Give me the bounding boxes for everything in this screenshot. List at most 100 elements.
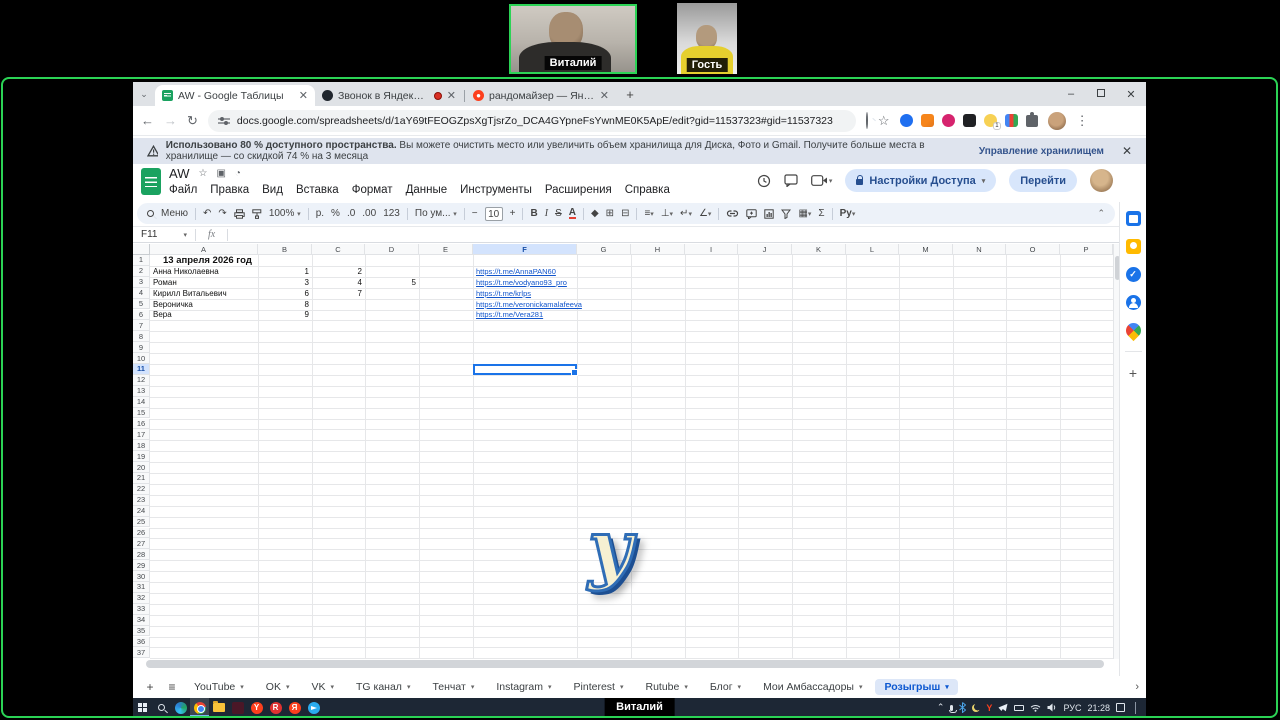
increase-font-size-button[interactable]: + <box>510 208 516 219</box>
sheet-tab-ok[interactable]: OK ▾ <box>257 679 299 695</box>
row-header-15[interactable]: 15 <box>133 407 150 419</box>
insert-chart-icon[interactable] <box>764 208 775 219</box>
browser-tab-telemost[interactable]: Звонок в Яндекс Телемост ✕ <box>315 85 463 106</box>
extensions-puzzle-icon[interactable] <box>1025 111 1038 127</box>
grid-corner-box[interactable] <box>133 244 150 255</box>
participant-video-guest[interactable]: Гость <box>677 3 737 74</box>
currency-format-button[interactable]: р. <box>316 208 324 219</box>
italic-button[interactable]: I <box>545 208 548 219</box>
menu-format[interactable]: Формат <box>352 184 393 196</box>
row-header-18[interactable]: 18 <box>133 440 150 452</box>
grid-cell-F6[interactable]: https://t.me/Vera281 <box>473 310 577 321</box>
row-header-19[interactable]: 19 <box>133 451 150 463</box>
row-header-13[interactable]: 13 <box>133 385 150 397</box>
column-header-K[interactable]: K <box>792 244 846 255</box>
grid-cell-F4[interactable]: https://t.me/krlps <box>473 288 577 299</box>
paint-format-icon[interactable] <box>252 208 262 219</box>
star-icon[interactable]: ☆ <box>198 168 207 179</box>
input-language-button[interactable]: Ру▾ <box>840 208 856 219</box>
volume-icon[interactable] <box>1047 703 1057 712</box>
bold-button[interactable]: B <box>530 208 537 219</box>
row-header-4[interactable]: 4 <box>133 287 150 299</box>
close-window-button[interactable]: ✕ <box>1116 88 1146 101</box>
menu-tools[interactable]: Инструменты <box>460 184 532 196</box>
column-header-A[interactable]: A <box>150 244 258 255</box>
browser-profile-avatar[interactable] <box>1047 111 1066 130</box>
column-header-M[interactable]: M <box>899 244 953 255</box>
extension-icon-yellow[interactable]: 1 <box>983 114 1001 130</box>
row-header-23[interactable]: 23 <box>133 494 150 506</box>
language-indicator[interactable]: РУС <box>1063 703 1081 713</box>
column-header-N[interactable]: N <box>953 244 1006 255</box>
sheet-tab-vk[interactable]: VK ▾ <box>302 679 343 695</box>
column-header-F[interactable]: F <box>473 244 577 255</box>
sheets-profile-avatar[interactable] <box>1090 169 1113 192</box>
sheet-tab-блог[interactable]: Блог ▾ <box>701 679 750 695</box>
row-header-8[interactable]: 8 <box>133 331 150 343</box>
yandex-app-icon[interactable]: Я <box>285 698 304 717</box>
browser-tab-sheets[interactable]: AW - Google Таблицы ✕ <box>155 85 315 106</box>
file-explorer-icon[interactable] <box>209 698 228 717</box>
text-color-button[interactable]: A <box>568 208 576 219</box>
all-sheets-icon[interactable]: ≡ <box>163 680 181 694</box>
table-icon[interactable]: ▦▾ <box>798 208 811 219</box>
menu-help[interactable]: Справка <box>625 184 670 196</box>
text-rotation-icon[interactable]: ∠▾ <box>699 208 711 219</box>
row-header-34[interactable]: 34 <box>133 614 150 626</box>
url-text[interactable]: docs.google.com/spreadsheets/d/1aY69tFEO… <box>237 115 833 127</box>
column-header-J[interactable]: J <box>738 244 792 255</box>
sheet-tab-tg-канал[interactable]: TG канал ▾ <box>347 679 419 695</box>
row-header-22[interactable]: 22 <box>133 483 150 495</box>
column-header-I[interactable]: I <box>685 244 738 255</box>
extension-icon-columns[interactable] <box>1004 114 1018 127</box>
comments-icon[interactable] <box>784 174 798 187</box>
column-header-E[interactable]: E <box>419 244 473 255</box>
sheet-tab-pinterest[interactable]: Pinterest ▾ <box>565 679 633 695</box>
merge-cells-icon[interactable]: ⊟ <box>621 208 629 219</box>
menu-file[interactable]: Файл <box>169 184 197 196</box>
row-header-11[interactable]: 11 <box>133 364 150 375</box>
sheet-tab-menu-icon[interactable]: ▾ <box>620 683 624 691</box>
row-header-27[interactable]: 27 <box>133 538 150 550</box>
grid-cell-B6[interactable]: 9 <box>258 310 312 321</box>
cell-name-box[interactable]: F11 ▾ <box>133 229 195 240</box>
browser-tab-randomizer[interactable]: ● рандомайзер — Яндекс: наш ✕ <box>466 85 616 106</box>
grid-cell-F5[interactable]: https://t.me/veronickamalafeeva <box>473 299 582 310</box>
show-desktop-button[interactable] <box>1135 701 1140 714</box>
start-button[interactable] <box>133 698 152 717</box>
notification-center-icon[interactable] <box>1116 703 1125 712</box>
text-wrap-icon[interactable]: ↵▾ <box>680 208 692 219</box>
menu-data[interactable]: Данные <box>406 184 448 196</box>
decrease-font-size-button[interactable]: − <box>472 208 478 219</box>
collapse-toolbar-icon[interactable]: ⌃ <box>1097 208 1105 219</box>
clock[interactable]: 21:28 <box>1087 703 1110 713</box>
back-icon[interactable]: ← <box>141 113 154 128</box>
extension-icon-blue[interactable] <box>899 114 913 127</box>
percent-format-button[interactable]: % <box>331 208 340 219</box>
row-header-9[interactable]: 9 <box>133 342 150 354</box>
sheet-tab-instagram[interactable]: Instagram ▾ <box>487 679 560 695</box>
grid-cell-F3[interactable]: https://t.me/vodyano93_pro <box>473 277 577 288</box>
telegram-tray-icon[interactable] <box>998 703 1008 712</box>
taskbar-app-red-icon[interactable]: R <box>266 698 285 717</box>
go-button[interactable]: Перейти <box>1009 169 1077 192</box>
row-header-17[interactable]: 17 <box>133 429 150 441</box>
redo-icon[interactable]: ↷ <box>218 208 226 219</box>
zoom-search-icon[interactable] <box>865 112 868 129</box>
add-sheet-button[interactable]: + <box>141 680 159 694</box>
forward-icon[interactable]: → <box>164 113 177 128</box>
column-header-L[interactable]: L <box>846 244 899 255</box>
decrease-decimals-button[interactable]: .0 <box>347 208 355 219</box>
grid-cell-A2[interactable]: Анна Николаевна <box>150 266 258 277</box>
row-header-25[interactable]: 25 <box>133 516 150 528</box>
column-header-G[interactable]: G <box>577 244 631 255</box>
menu-view[interactable]: Вид <box>262 184 283 196</box>
sheet-tab-menu-icon[interactable]: ▾ <box>286 683 290 691</box>
column-header-B[interactable]: B <box>258 244 312 255</box>
row-header-37[interactable]: 37 <box>133 647 150 659</box>
menu-extensions[interactable]: Расширения <box>545 184 612 196</box>
sheet-tab-youtube[interactable]: YouTube ▾ <box>185 679 253 695</box>
horizontal-align-icon[interactable]: ≡▾ <box>644 208 653 219</box>
version-history-icon[interactable] <box>757 174 771 188</box>
keyboard-tray-icon[interactable] <box>1014 704 1025 711</box>
